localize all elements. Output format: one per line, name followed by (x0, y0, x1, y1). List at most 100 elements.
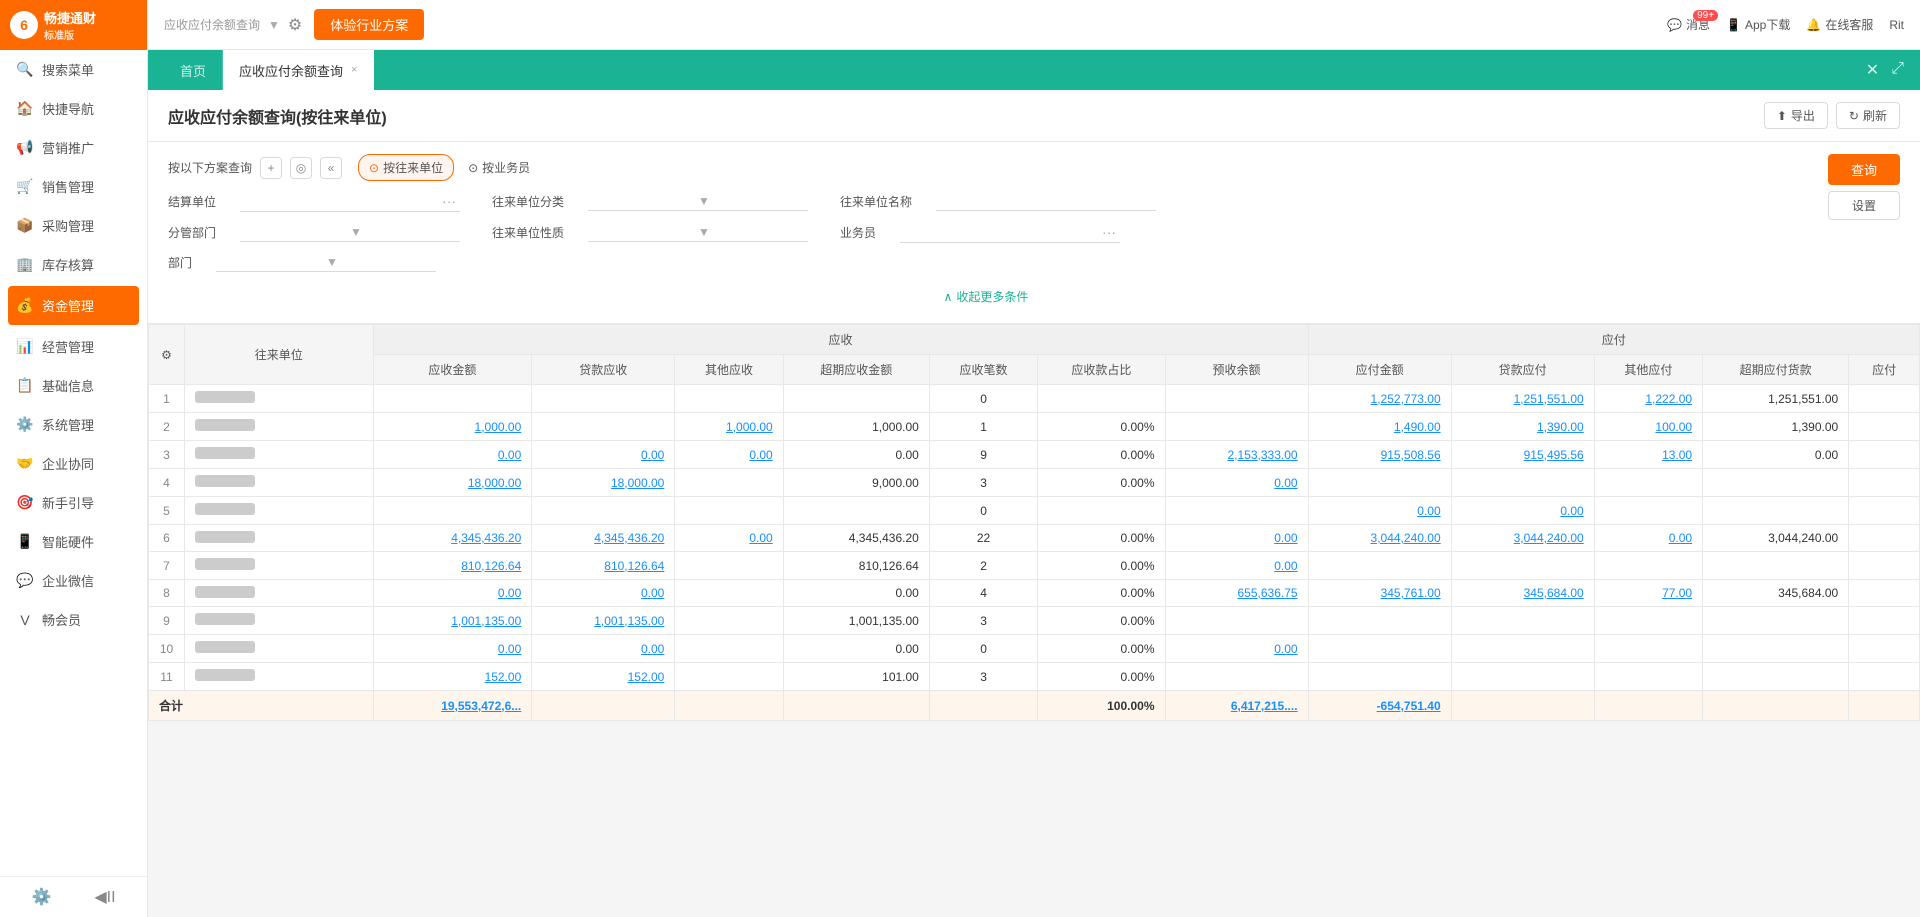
settlement-unit-field[interactable] (244, 194, 442, 208)
cell-link-value[interactable]: 18,000.00 (468, 476, 521, 490)
row-cell[interactable] (675, 469, 783, 497)
cell-link-value[interactable]: 18,000.00 (611, 476, 664, 490)
row-cell[interactable]: 0.00 (532, 441, 675, 469)
row-cell[interactable] (1451, 635, 1594, 663)
sidebar-item-sales[interactable]: 🛒 销售管理 (0, 167, 147, 206)
cell-link-value[interactable]: 0.00 (749, 448, 772, 462)
sidebar-item-corp-collab[interactable]: 🤝 企业协同 (0, 444, 147, 483)
row-cell[interactable] (675, 635, 783, 663)
sidebar-item-corp-wechat[interactable]: 💬 企业微信 (0, 561, 147, 600)
online-service-link[interactable]: 🔔 在线客服 (1806, 16, 1873, 33)
row-cell[interactable] (1165, 607, 1308, 635)
footer-ar-amount[interactable]: 19,553,472,6... (373, 691, 532, 721)
row-cell[interactable]: 0.00 (1165, 525, 1308, 552)
row-cell[interactable]: 345,684.00 (1451, 580, 1594, 607)
row-cell[interactable] (675, 663, 783, 691)
row-cell[interactable] (1594, 607, 1702, 635)
dept-select[interactable]: ▼ (216, 253, 436, 272)
cell-link-value[interactable]: 0.00 (498, 586, 521, 600)
tab-close-icon[interactable]: × (351, 64, 357, 76)
cell-link-value[interactable]: 3,044,240.00 (1371, 531, 1441, 545)
filter-collapse-btn[interactable]: « (320, 157, 342, 179)
cell-link-value[interactable]: 0.00 (641, 448, 664, 462)
row-cell[interactable] (532, 497, 675, 525)
cell-link-value[interactable]: 0.00 (641, 642, 664, 656)
row-cell[interactable] (1594, 497, 1702, 525)
row-cell[interactable]: 0.00 (1594, 525, 1702, 552)
sidebar-item-member[interactable]: V 畅会员 (0, 600, 147, 639)
cell-link-value[interactable]: 4,345,436.20 (594, 531, 664, 545)
sidebar-settings-btn[interactable]: ⚙️ (31, 887, 51, 907)
row-cell[interactable] (1451, 469, 1594, 497)
th-settings[interactable]: ⚙ (149, 325, 185, 385)
cell-link-value[interactable]: 1,000.00 (475, 420, 522, 434)
row-cell[interactable]: 915,508.56 (1308, 441, 1451, 469)
cell-link-value[interactable]: 810,126.64 (604, 559, 664, 573)
row-cell[interactable]: 77.00 (1594, 580, 1702, 607)
sidebar-item-smart-hw[interactable]: 📱 智能硬件 (0, 522, 147, 561)
cell-link-value[interactable]: 810,126.64 (461, 559, 521, 573)
cell-link-value[interactable]: 2,153,333.00 (1227, 448, 1297, 462)
row-cell[interactable]: 1,222.00 (1594, 385, 1702, 413)
view-tab-by-salesperson[interactable]: ⊙ 按业务员 (458, 155, 540, 180)
row-cell[interactable] (1594, 469, 1702, 497)
row-cell[interactable]: 3,044,240.00 (1451, 525, 1594, 552)
cell-link-value[interactable]: 3,044,240.00 (1514, 531, 1584, 545)
row-cell[interactable] (675, 607, 783, 635)
cell-link-value[interactable]: 1,000.00 (726, 420, 773, 434)
partner-name-field[interactable] (940, 194, 1152, 208)
tab-expand-icon[interactable]: ⤢ (1891, 60, 1904, 80)
sidebar-item-finance[interactable]: 💰 资金管理 (8, 286, 139, 325)
cell-link-value[interactable]: 1,252,773.00 (1371, 392, 1441, 406)
table-settings-icon[interactable]: ⚙ (161, 348, 172, 362)
cell-link-value[interactable]: 0.00 (749, 531, 772, 545)
sidebar-item-marketing[interactable]: 📢 营销推广 (0, 128, 147, 167)
row-cell[interactable] (1594, 663, 1702, 691)
cell-link-value[interactable]: 915,495.56 (1524, 448, 1584, 462)
partner-name-input[interactable] (936, 192, 1156, 211)
sidebar-item-guide[interactable]: 🎯 新手引导 (0, 483, 147, 522)
cell-link-value[interactable]: 0.00 (1274, 559, 1297, 573)
query-button[interactable]: 查询 (1828, 154, 1900, 185)
settlement-ellipsis-icon[interactable]: ··· (442, 193, 456, 209)
row-cell[interactable] (1308, 469, 1451, 497)
row-cell[interactable]: 0.00 (373, 580, 532, 607)
cell-link-value[interactable]: 345,761.00 (1381, 586, 1441, 600)
promo-button[interactable]: 体验行业方案 (314, 9, 424, 40)
sidebar-item-purchase[interactable]: 📦 采购管理 (0, 206, 147, 245)
row-cell[interactable]: 810,126.64 (532, 552, 675, 580)
row-cell[interactable] (1451, 607, 1594, 635)
cell-link-value[interactable]: 655,636.75 (1238, 586, 1298, 600)
row-cell[interactable]: 0.00 (675, 441, 783, 469)
row-cell[interactable]: 1,000.00 (373, 413, 532, 441)
topbar-gear-btn[interactable]: ⚙ (288, 15, 302, 35)
row-cell[interactable]: 0.00 (532, 580, 675, 607)
salesperson-input[interactable]: ··· (900, 222, 1120, 243)
refresh-button[interactable]: ↻ 刷新 (1836, 102, 1900, 129)
row-cell[interactable] (373, 385, 532, 413)
row-cell[interactable]: 1,000.00 (675, 413, 783, 441)
row-cell[interactable]: 13.00 (1594, 441, 1702, 469)
cell-link-value[interactable]: 152.00 (485, 670, 522, 684)
row-cell[interactable] (1594, 552, 1702, 580)
row-cell[interactable]: 0.00 (532, 635, 675, 663)
row-cell[interactable]: 1,251,551.00 (1451, 385, 1594, 413)
sidebar-item-quick-nav[interactable]: 🏠 快捷导航 (0, 89, 147, 128)
row-cell[interactable]: 0.00 (1165, 635, 1308, 663)
footer-ar-prepaid[interactable]: 6,417,215.... (1165, 691, 1308, 721)
row-cell[interactable]: 345,761.00 (1308, 580, 1451, 607)
cell-link-value[interactable]: 1,251,551.00 (1514, 392, 1584, 406)
row-cell[interactable]: 1,390.00 (1451, 413, 1594, 441)
row-cell[interactable] (675, 385, 783, 413)
sidebar-item-search-menu[interactable]: 🔍 搜索菜单 (0, 50, 147, 89)
partner-nature-select[interactable]: ▼ (588, 223, 808, 242)
row-cell[interactable]: 0.00 (1165, 552, 1308, 580)
branch-dept-select[interactable]: ▼ (240, 223, 460, 242)
salesperson-ellipsis-icon[interactable]: ··· (1102, 224, 1116, 240)
sidebar-item-operation[interactable]: 📊 经营管理 (0, 327, 147, 366)
row-cell[interactable] (1594, 635, 1702, 663)
row-cell[interactable]: 0.00 (373, 441, 532, 469)
sidebar-item-basic-info[interactable]: 📋 基础信息 (0, 366, 147, 405)
row-cell[interactable]: 152.00 (532, 663, 675, 691)
sidebar-item-inventory[interactable]: 🏢 库存核算 (0, 245, 147, 284)
